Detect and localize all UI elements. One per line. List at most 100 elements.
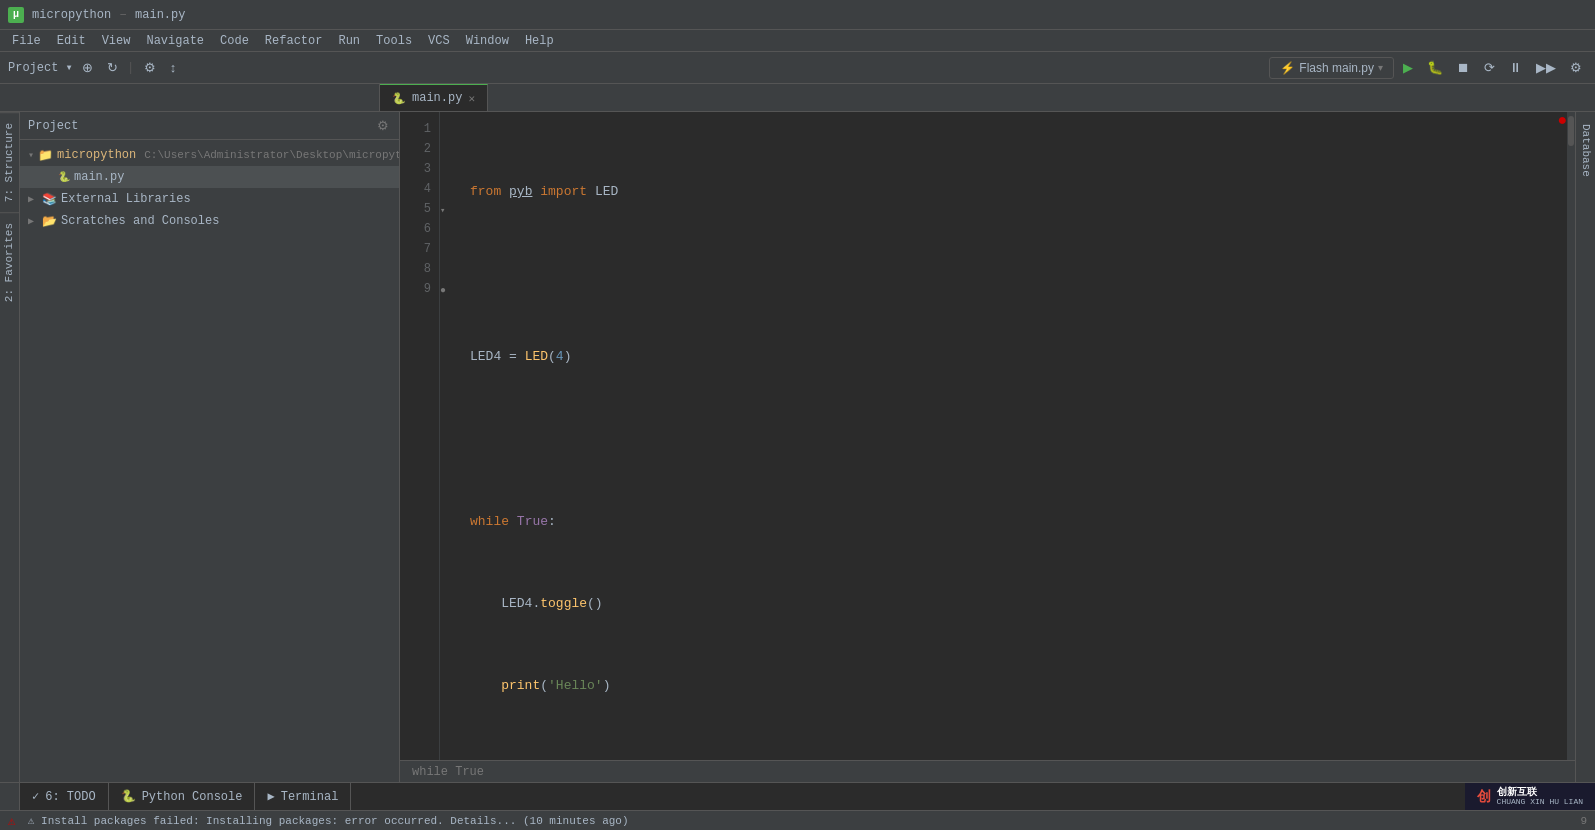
debug-button[interactable]: 🐛 — [1422, 57, 1448, 78]
toolbar-sep1: | — [127, 60, 135, 75]
app-title: micropython — [32, 8, 111, 22]
step-button[interactable]: ▶▶ — [1531, 57, 1561, 78]
error-indicator: ● — [1557, 112, 1567, 130]
tree-micropython-label: micropython — [57, 148, 136, 162]
bottom-spacer — [351, 783, 1464, 810]
code-line-6: LED4 . toggle () — [470, 594, 1555, 614]
settings2-button[interactable]: ⚙ — [1565, 57, 1587, 78]
toolbar-add-btn[interactable]: ⊕ — [77, 57, 98, 78]
project-panel: Project ⚙ ▾ 📁 micropython C:\Users\Admin… — [20, 112, 400, 782]
gutter-3 — [440, 160, 458, 180]
project-title: Project — [28, 119, 369, 133]
todo-icon: ✓ — [32, 789, 39, 804]
flash-button[interactable]: ⚡ Flash main.py ▾ — [1269, 57, 1394, 79]
flash-dropdown-arrow: ▾ — [1378, 62, 1383, 73]
project-header: Project ⚙ — [20, 112, 399, 140]
status-bar: ⚠ ⚠ Install packages failed: Installing … — [0, 810, 1595, 830]
class-led: LED — [595, 182, 618, 203]
py-file-icon: 🐍 — [58, 171, 70, 183]
line-numbers: 1 2 3 4 5 6 7 8 9 — [400, 112, 440, 760]
kw-true: True — [517, 512, 548, 533]
var-led4: LED4 — [470, 347, 501, 368]
flash-label: Flash main.py — [1299, 61, 1374, 75]
database-tab[interactable]: Database — [1577, 116, 1595, 185]
favorites-tab[interactable]: 2: Favorites — [0, 212, 19, 312]
run-button[interactable]: ▶ — [1398, 57, 1418, 78]
toolbar-sync-btn[interactable]: ↻ — [102, 57, 123, 78]
menu-code[interactable]: Code — [212, 32, 257, 50]
toolbar-settings-btn[interactable]: ⚙ — [139, 57, 161, 78]
menubar: File Edit View Navigate Code Refactor Ru… — [0, 30, 1595, 52]
toolbar-expand-btn[interactable]: ↕ — [165, 57, 182, 78]
line-num-5: 5 — [404, 200, 431, 220]
line-num-6: 6 — [404, 220, 431, 240]
menu-edit[interactable]: Edit — [49, 32, 94, 50]
bottom-left-spacer — [0, 783, 20, 810]
line-num-2: 2 — [404, 140, 431, 160]
menu-run[interactable]: Run — [330, 32, 368, 50]
menu-window[interactable]: Window — [458, 32, 517, 50]
arrow-icon: ▾ — [28, 149, 34, 161]
left-structural-tabs: 7: Structure 2: Favorites — [0, 112, 20, 782]
scratches-icon: 📂 — [42, 214, 57, 229]
gutter-8 — [440, 260, 458, 280]
reload-button[interactable]: ⟳ — [1479, 57, 1500, 78]
code-line-7: print ( 'Hello' ) — [470, 677, 1555, 697]
logo-subtext: CHUANG XIN HU LIAN — [1497, 798, 1583, 807]
tree-main-py-label: main.py — [74, 170, 124, 184]
code-line-4 — [470, 430, 1555, 450]
tab-close-btn[interactable]: ✕ — [468, 92, 475, 105]
line-num-7: 7 — [404, 240, 431, 260]
gutter-7 — [440, 240, 458, 260]
tree-external-libs[interactable]: ▶ 📚 External Libraries — [20, 188, 399, 210]
line-num-4: 4 — [404, 180, 431, 200]
line-num-8: 8 — [404, 260, 431, 280]
pause-button[interactable]: ⏸ — [1504, 57, 1527, 78]
menu-file[interactable]: File — [4, 32, 49, 50]
code-line-3: LED4 = LED ( 4 ) — [470, 347, 1555, 367]
tree-main-py[interactable]: 🐍 main.py — [20, 166, 399, 188]
project-settings-btn[interactable]: ⚙ — [375, 116, 391, 135]
main-content: 7: Structure 2: Favorites Project ⚙ ▾ 📁 … — [0, 112, 1595, 782]
kw-while: while — [470, 512, 509, 533]
tab-main-py[interactable]: 🐍 main.py ✕ — [380, 84, 488, 111]
logo-icon: 创 — [1477, 788, 1491, 806]
python-console-icon: 🐍 — [121, 789, 136, 804]
tree-micropython-folder[interactable]: ▾ 📁 micropython C:\Users\Administrator\D… — [20, 144, 399, 166]
scroll-gutter[interactable] — [1567, 112, 1575, 760]
editor-status-line: while True — [400, 760, 1575, 782]
project-label: Project ▾ — [8, 60, 73, 75]
menu-view[interactable]: View — [94, 32, 139, 50]
tab-label: main.py — [412, 91, 462, 105]
menu-vcs[interactable]: VCS — [420, 32, 458, 50]
tree-scratches[interactable]: ▶ 📂 Scratches and Consoles — [20, 210, 399, 232]
bottom-tab-terminal[interactable]: ▶ Terminal — [255, 783, 351, 810]
todo-label: 6: TODO — [45, 790, 95, 804]
gutter-9-bp: ● — [440, 280, 458, 300]
code-line-5: while True : — [470, 512, 1555, 532]
gutter-1 — [440, 120, 458, 140]
menu-tools[interactable]: Tools — [368, 32, 420, 50]
line-num-3: 3 — [404, 160, 431, 180]
bottom-tab-todo[interactable]: ✓ 6: TODO — [20, 783, 109, 810]
bottom-tab-python-console[interactable]: 🐍 Python Console — [109, 783, 256, 810]
str-hello: 'Hello' — [548, 676, 603, 697]
tabbar: 🐍 main.py ✕ — [0, 84, 1595, 112]
structure-tab[interactable]: 7: Structure — [0, 112, 19, 212]
folder-icon: 📁 — [38, 148, 53, 163]
stop-button[interactable]: ⏹ — [1452, 57, 1475, 78]
menu-help[interactable]: Help — [517, 32, 562, 50]
terminal-label: Terminal — [281, 790, 339, 804]
line-num-1: 1 — [404, 120, 431, 140]
menu-navigate[interactable]: Navigate — [138, 32, 212, 50]
code-container[interactable]: 1 2 3 4 5 6 7 8 9 ▾ ● — [400, 112, 1575, 760]
code-editor[interactable]: from pyb import LED LED4 = LED ( 4 — [458, 112, 1567, 760]
gutter: ▾ ● — [440, 112, 458, 760]
menu-refactor[interactable]: Refactor — [257, 32, 331, 50]
code-line-1: from pyb import LED — [470, 182, 1555, 202]
titlebar: μ micropython – main.py — [0, 0, 1595, 30]
status-message: ⚠ Install packages failed: Installing pa… — [28, 814, 1569, 827]
ext-lib-icon: 📚 — [42, 192, 57, 207]
editor-area[interactable]: ● 1 2 3 4 5 6 7 8 9 ▾ — [400, 112, 1575, 782]
status-error-icon: ⚠ — [8, 813, 16, 829]
